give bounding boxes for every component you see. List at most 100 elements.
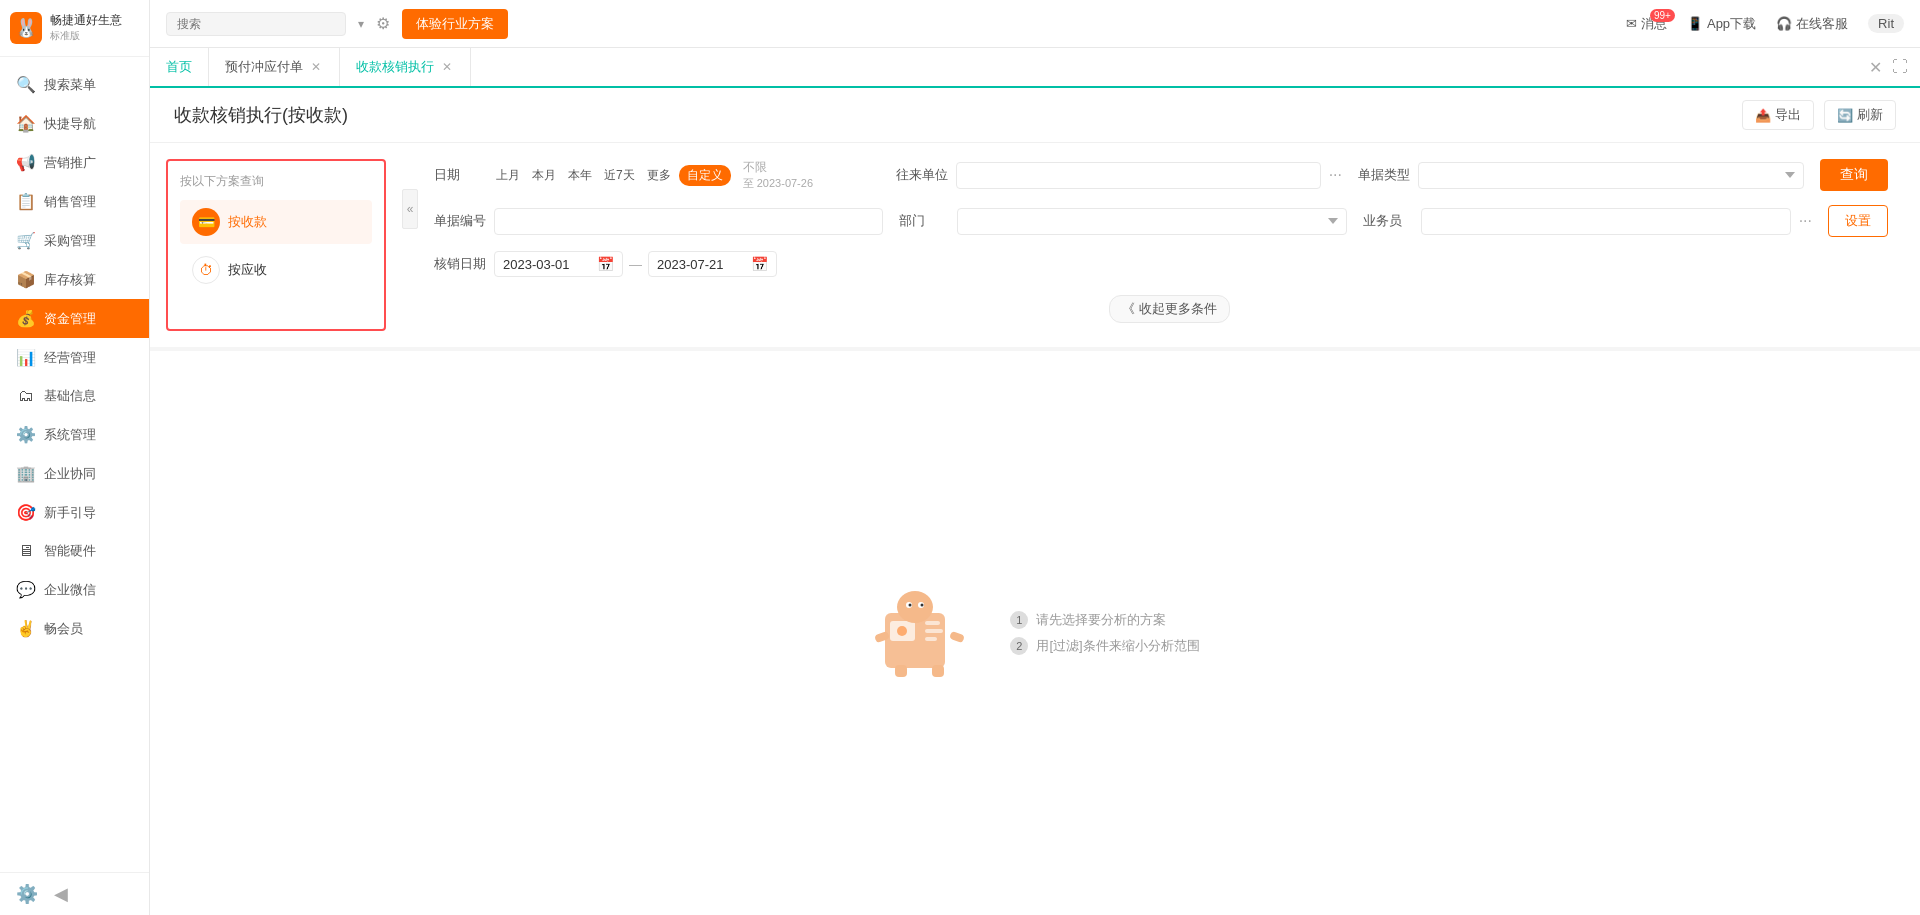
staff-label: 业务员	[1363, 212, 1413, 230]
filter-row-3: 核销日期 📅 — 📅	[434, 251, 1904, 277]
date-field: 日期 上月 本月 本年 近7天 更多 自定义 不限 至	[434, 159, 880, 191]
sidebar-item-guide[interactable]: 🎯 新手引导	[0, 493, 149, 532]
customer-service-button[interactable]: 🎧 在线客服	[1776, 15, 1848, 33]
message-button[interactable]: ✉ 消息 99+	[1626, 15, 1667, 33]
gear-icon[interactable]: ⚙	[376, 14, 390, 33]
date-7days[interactable]: 近7天	[600, 165, 639, 186]
doc-type-label: 单据类型	[1358, 166, 1410, 184]
empty-tip-2: 2 用[过滤]条件来缩小分析范围	[1010, 637, 1199, 655]
tab-maximize-icon[interactable]: ⛶	[1892, 58, 1908, 76]
solution-button[interactable]: 体验行业方案	[402, 9, 508, 39]
svg-point-11	[909, 604, 912, 607]
tabbar: 首页 预付冲应付单 ✕ 收款核销执行 ✕ ✕ ⛶	[150, 48, 1920, 88]
verify-date-start-wrap: 📅	[494, 251, 623, 277]
search-input[interactable]	[166, 12, 346, 36]
sidebar-item-label: 企业微信	[44, 581, 96, 599]
doc-num-input[interactable]	[494, 208, 883, 235]
date-this-month[interactable]: 本月	[528, 165, 560, 186]
hardware-icon: 🖥	[16, 542, 36, 560]
sidebar-item-finance[interactable]: 💰 资金管理	[0, 299, 149, 338]
collapse-icon[interactable]: ◀	[54, 883, 68, 905]
sidebar-item-label: 营销推广	[44, 154, 96, 172]
page-header: 收款核销执行(按收款) 📤 导出 🔄 刷新	[150, 88, 1920, 143]
topbar: ▾ ⚙ 体验行业方案 ✉ 消息 99+ 📱 App下载 🎧 在线客服 Rit	[150, 0, 1920, 48]
counterparty-more-icon[interactable]: ···	[1329, 166, 1342, 184]
counterparty-label: 往来单位	[896, 166, 948, 184]
app-tag: 标准版	[50, 29, 122, 43]
tip-num-1: 1	[1010, 611, 1028, 629]
filter-type-by-receivable[interactable]: ⏱ 按应收	[180, 248, 372, 292]
sidebar-item-search-menu[interactable]: 🔍 搜索菜单	[0, 65, 149, 104]
sidebar-item-hardware[interactable]: 🖥 智能硬件	[0, 532, 149, 570]
staff-input[interactable]	[1421, 208, 1790, 235]
sidebar-item-wechat[interactable]: 💬 企业微信	[0, 570, 149, 609]
refresh-icon: 🔄	[1837, 108, 1853, 123]
expand-more-button[interactable]: 《 收起更多条件	[1109, 295, 1230, 323]
tab-close-all-icon[interactable]: ✕	[1869, 58, 1882, 77]
dept-field: 部门	[899, 208, 1348, 235]
receivable-type-icon: ⏱	[192, 256, 220, 284]
sidebar-item-sales[interactable]: 📋 销售管理	[0, 182, 149, 221]
sidebar-item-inventory[interactable]: 📦 库存核算	[0, 260, 149, 299]
tab-prepay[interactable]: 预付冲应付单 ✕	[209, 48, 340, 86]
sidebar-item-basic-info[interactable]: 🗂 基础信息	[0, 377, 149, 415]
app-download-button[interactable]: 📱 App下载	[1687, 15, 1756, 33]
message-badge: 99+	[1650, 9, 1675, 22]
setting-btn-col: 设置	[1828, 205, 1904, 237]
sidebar-item-label: 快捷导航	[44, 115, 96, 133]
topbar-right: ✉ 消息 99+ 📱 App下载 🎧 在线客服 Rit	[1626, 14, 1904, 33]
date-custom[interactable]: 自定义	[679, 165, 731, 186]
chevron-down-icon[interactable]: ▾	[358, 17, 364, 31]
receipt-type-icon: 💳	[192, 208, 220, 236]
filter-type-panel: 按以下方案查询 💳 按收款 ⏱ 按应收	[166, 159, 386, 331]
dept-label: 部门	[899, 212, 949, 230]
sidebar-bottom: ⚙️ ◀	[0, 872, 149, 915]
member-icon: ✌	[16, 619, 36, 638]
sidebar-nav: 🔍 搜索菜单 🏠 快捷导航 📢 营销推广 📋 销售管理 🛒 采购管理 📦 库存核…	[0, 57, 149, 872]
verify-date-start-input[interactable]	[503, 257, 593, 272]
query-button[interactable]: 查询	[1820, 159, 1888, 191]
export-icon: 📤	[1755, 108, 1771, 123]
counterparty-input[interactable]	[956, 162, 1321, 189]
sidebar-item-quick-nav[interactable]: 🏠 快捷导航	[0, 104, 149, 143]
doc-type-select[interactable]	[1418, 162, 1804, 189]
content-area: 收款核销执行(按收款) 📤 导出 🔄 刷新 按以下方案查询 💳 按收款	[150, 88, 1920, 915]
setting-button[interactable]: 设置	[1828, 205, 1888, 237]
sidebar-item-label: 经营管理	[44, 349, 96, 367]
home-tab-label: 首页	[166, 58, 192, 76]
date-this-year[interactable]: 本年	[564, 165, 596, 186]
counterparty-field: 往来单位 ···	[896, 162, 1342, 189]
date-to: 至 2023-07-26	[743, 176, 813, 191]
user-avatar[interactable]: Rit	[1868, 14, 1904, 33]
tab-collection[interactable]: 收款核销执行 ✕	[340, 48, 471, 86]
service-icon: 🎧	[1776, 16, 1792, 31]
verify-date-end-input[interactable]	[657, 257, 747, 272]
sidebar-item-enterprise[interactable]: 🏢 企业协同	[0, 454, 149, 493]
staff-field: 业务员 ···	[1363, 208, 1812, 235]
refresh-button[interactable]: 🔄 刷新	[1824, 100, 1896, 130]
date-last-month[interactable]: 上月	[492, 165, 524, 186]
sidebar-item-label: 智能硬件	[44, 542, 96, 560]
filter-type-by-receipt[interactable]: 💳 按收款	[180, 200, 372, 244]
sidebar-item-system[interactable]: ⚙️ 系统管理	[0, 415, 149, 454]
receivable-type-label: 按应收	[228, 261, 267, 279]
sidebar-item-marketing[interactable]: 📢 营销推广	[0, 143, 149, 182]
sidebar-item-purchase[interactable]: 🛒 采购管理	[0, 221, 149, 260]
calendar-end-icon[interactable]: 📅	[751, 256, 768, 272]
dept-select[interactable]	[957, 208, 1348, 235]
sidebar-item-label: 库存核算	[44, 271, 96, 289]
receipt-type-label: 按收款	[228, 213, 267, 231]
tab-home[interactable]: 首页	[150, 48, 209, 86]
staff-more-icon[interactable]: ···	[1799, 212, 1812, 230]
tip-num-2: 2	[1010, 637, 1028, 655]
collapse-panel-button[interactable]: «	[402, 189, 418, 229]
settings-icon[interactable]: ⚙️	[16, 883, 38, 905]
sidebar-item-member[interactable]: ✌ 畅会员	[0, 609, 149, 648]
sidebar-item-management[interactable]: 📊 经营管理	[0, 338, 149, 377]
date-more[interactable]: 更多	[643, 165, 675, 186]
filter-row-2: 单据编号 部门 业务员 ···	[434, 205, 1904, 237]
calendar-start-icon[interactable]: 📅	[597, 256, 614, 272]
prepay-tab-close-icon[interactable]: ✕	[309, 58, 323, 76]
export-button[interactable]: 📤 导出	[1742, 100, 1814, 130]
collection-tab-close-icon[interactable]: ✕	[440, 58, 454, 76]
